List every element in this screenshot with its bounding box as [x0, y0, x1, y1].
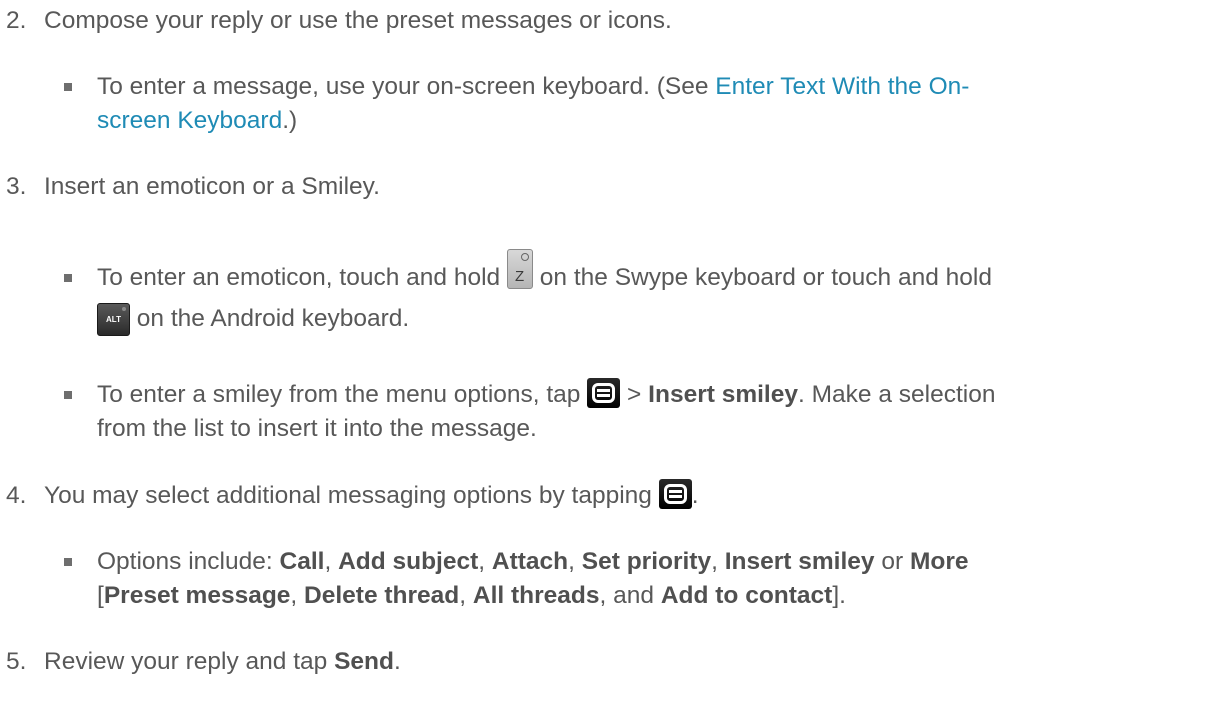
enter-text-link[interactable]: Enter Text With the On- — [715, 73, 969, 100]
bullet-options-line2: [Preset message, Delete thread, All thre… — [97, 582, 846, 609]
enter-text-link-cont[interactable]: screen Keyboard — [97, 107, 282, 134]
menu-key-icon — [658, 478, 692, 509]
step-4: 4. You may select additional messaging o… — [6, 478, 699, 511]
bullet-keyboard: To enter a message, use your on-screen k… — [0, 72, 969, 102]
bullet-marker — [64, 274, 72, 282]
bullet-smiley-line2: from the list to insert it into the mess… — [97, 415, 537, 442]
bullet-emoticon-line2: ALT on the Android keyboard. — [97, 303, 409, 336]
bullet-marker — [64, 391, 72, 399]
step-2: 2. Compose your reply or use the preset … — [6, 6, 672, 36]
alt-key-icon: ALT — [97, 303, 130, 336]
swype-z-key-icon: Z — [506, 248, 533, 289]
bullet-emoticon: To enter an emoticon, touch and hold Z o… — [0, 248, 992, 293]
step-text: Compose your reply or use the preset mes… — [44, 7, 672, 34]
step-3: 3. Insert an emoticon or a Smiley. — [6, 172, 380, 202]
step-number: 4. — [6, 482, 27, 509]
step-number: 5. — [6, 648, 27, 675]
step-text: Insert an emoticon or a Smiley. — [44, 173, 380, 200]
bullet-options: Options include: Call, Add subject, Atta… — [0, 547, 969, 577]
bullet-smiley: To enter a smiley from the menu options,… — [0, 377, 995, 410]
bullet-keyboard-line2: screen Keyboard.) — [97, 107, 298, 134]
bullet-marker — [64, 83, 72, 91]
menu-key-icon — [587, 377, 621, 408]
bullet-marker — [64, 558, 72, 566]
step-number: 2. — [6, 7, 27, 34]
step-5: 5. Review your reply and tap Send. — [6, 648, 401, 675]
step-number: 3. — [6, 173, 27, 200]
